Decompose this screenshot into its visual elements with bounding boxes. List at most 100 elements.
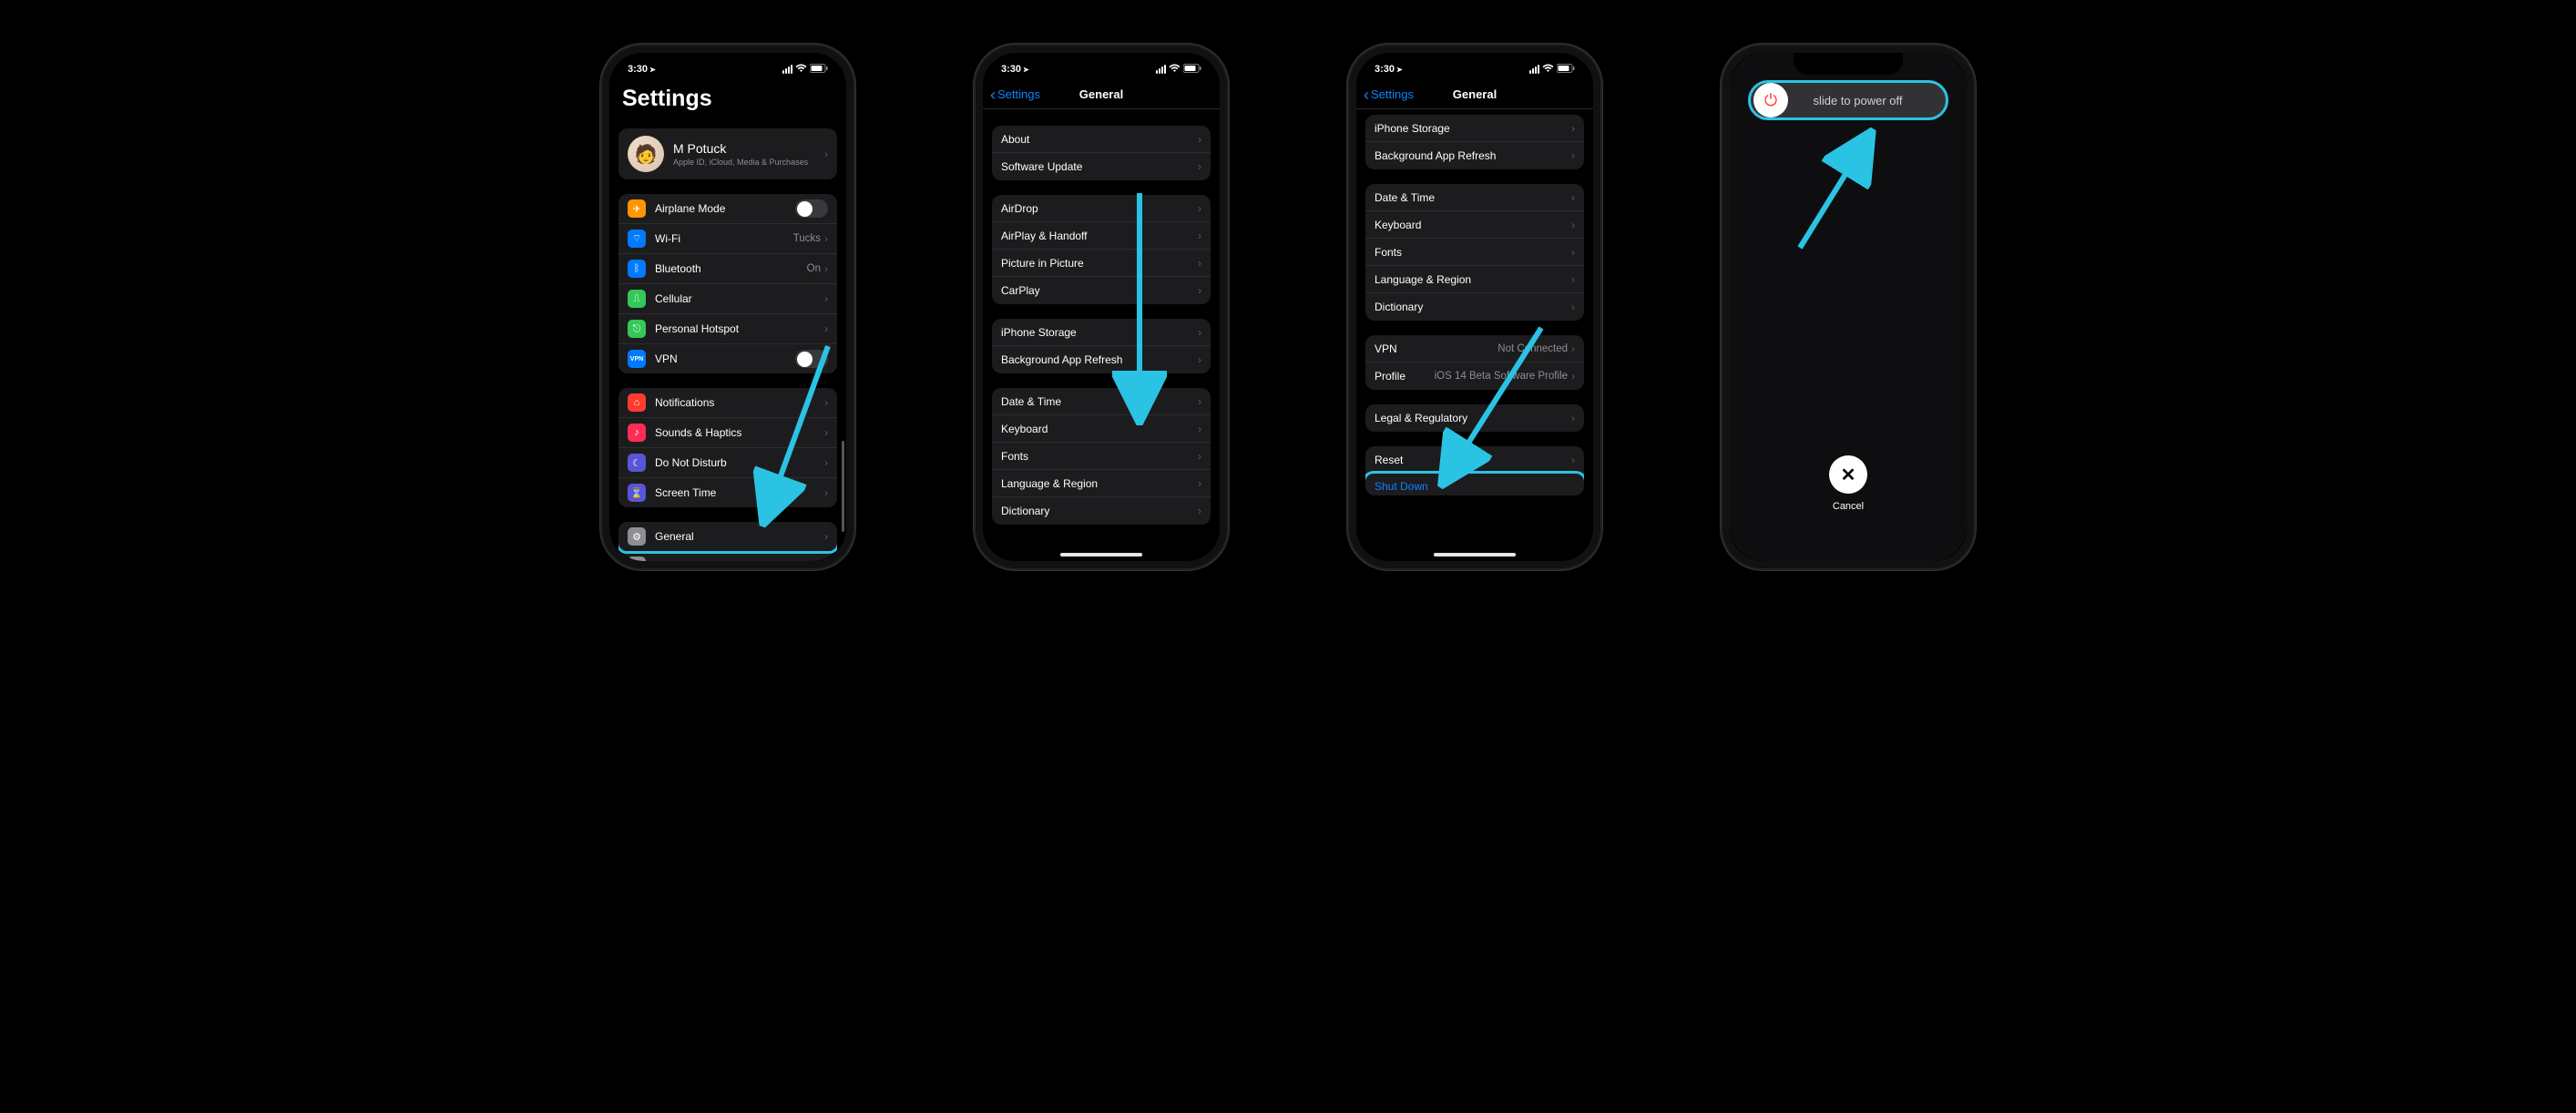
- cell-dictionary[interactable]: Dictionary›: [992, 497, 1211, 525]
- close-icon: ✕: [1841, 464, 1856, 486]
- cell-shut-down[interactable]: Shut Down: [1365, 471, 1584, 495]
- toggle-switch[interactable]: [795, 350, 828, 368]
- cell-do-not-disturb[interactable]: ☾Do Not Disturb›: [618, 448, 837, 478]
- cancel-button[interactable]: ✕ Cancel: [1829, 455, 1867, 512]
- airplane-icon: ✈: [628, 199, 646, 218]
- nav-title: General: [1079, 87, 1123, 101]
- cell-label: Date & Time: [1375, 191, 1571, 204]
- scroll-indicator: [842, 441, 844, 532]
- wifi-icon: [795, 64, 807, 76]
- cell-date-time[interactable]: Date & Time›: [1365, 184, 1584, 211]
- cell-fonts[interactable]: Fonts›: [992, 443, 1211, 470]
- cell-value: Not Connected: [1498, 343, 1568, 354]
- cell-label: iPhone Storage: [1375, 122, 1571, 135]
- chevron-right-icon: ›: [824, 322, 828, 335]
- cell-sounds-&-haptics[interactable]: ♪Sounds & Haptics›: [618, 418, 837, 448]
- chevron-right-icon: ›: [1571, 454, 1575, 466]
- battery-icon: [810, 64, 828, 76]
- power-knob[interactable]: ⏻: [1753, 83, 1788, 117]
- cancel-circle[interactable]: ✕: [1829, 455, 1867, 494]
- cell-label: AirPlay & Handoff: [1001, 230, 1198, 242]
- cell-general[interactable]: ⚙General›: [618, 522, 837, 554]
- cell-airplane-mode[interactable]: ✈ Airplane Mode: [618, 194, 837, 224]
- cell-airplay-handoff[interactable]: AirPlay & Handoff›: [992, 222, 1211, 250]
- cell-iphone-storage[interactable]: iPhone Storage›: [1365, 115, 1584, 142]
- phone-mockup-1: 3:30 ➤ Settings 🧑: [600, 44, 855, 570]
- cell-label: VPN: [1375, 342, 1498, 355]
- cell-personal-hotspot[interactable]: ⎋ Personal Hotspot›: [618, 314, 837, 344]
- cell-label: Profile: [1375, 370, 1435, 383]
- chevron-right-icon: ›: [1198, 505, 1201, 517]
- cell-picture-in-picture[interactable]: Picture in Picture›: [992, 250, 1211, 277]
- cell-background-app-refresh[interactable]: Background App Refresh›: [992, 346, 1211, 373]
- chevron-right-icon: ›: [1571, 301, 1575, 313]
- cell-about[interactable]: About›: [992, 126, 1211, 153]
- phone-mockup-2: 3:30 ➤ ‹ Settings General About›Software…: [974, 44, 1229, 570]
- cell-airdrop[interactable]: AirDrop›: [992, 195, 1211, 222]
- cell-notifications[interactable]: ⌂Notifications›: [618, 388, 837, 418]
- chevron-right-icon: ›: [1198, 326, 1201, 339]
- cell-date-time[interactable]: Date & Time›: [992, 388, 1211, 415]
- power-off-slider[interactable]: ⏻ slide to power off: [1748, 80, 1948, 120]
- cell-reset[interactable]: Reset›: [1365, 446, 1584, 474]
- hotspot-icon: ⎋: [628, 320, 646, 338]
- status-time: 3:30: [1375, 64, 1395, 75]
- cell-value: On: [807, 263, 821, 274]
- home-indicator[interactable]: [1434, 553, 1516, 556]
- cell-language-region[interactable]: Language & Region›: [992, 470, 1211, 497]
- cell-label: Picture in Picture: [1001, 257, 1198, 270]
- cell-control-center[interactable]: ≡Control Center›: [618, 551, 837, 561]
- cell-label: About: [1001, 133, 1198, 146]
- cell-label: Date & Time: [1001, 395, 1198, 408]
- phone-mockup-4: ⏻ slide to power off ✕ Cancel: [1721, 44, 1976, 570]
- cell-carplay[interactable]: CarPlay›: [992, 277, 1211, 304]
- cell-keyboard[interactable]: Keyboard›: [992, 415, 1211, 443]
- notch: [673, 53, 782, 75]
- cell-label: Dictionary: [1001, 505, 1198, 517]
- apple-id-cell[interactable]: 🧑 M Potuck Apple ID, iCloud, Media & Pur…: [618, 128, 837, 179]
- back-label: Settings: [997, 87, 1040, 101]
- back-button[interactable]: ‹ Settings: [1356, 87, 1414, 103]
- cell-bluetooth[interactable]: ᛒBluetoothOn›: [618, 254, 837, 284]
- cell-cellular[interactable]: ⎍Cellular›: [618, 284, 837, 314]
- cell-wi-fi[interactable]: ⌔Wi-FiTucks›: [618, 224, 837, 254]
- cell-software-update[interactable]: Software Update›: [992, 153, 1211, 180]
- sound-icon: ♪: [628, 424, 646, 442]
- power-icon: ⏻: [1764, 91, 1777, 110]
- back-button[interactable]: ‹ Settings: [983, 87, 1040, 103]
- cell-label: Language & Region: [1375, 273, 1571, 286]
- cell-background-app-refresh[interactable]: Background App Refresh›: [1365, 142, 1584, 169]
- cell-label: Personal Hotspot: [655, 322, 824, 335]
- cell-language-region[interactable]: Language & Region›: [1365, 266, 1584, 293]
- chevron-right-icon: ›: [1571, 370, 1575, 383]
- cell-label: Language & Region: [1001, 477, 1198, 490]
- cell-screen-time[interactable]: ⌛Screen Time›: [618, 478, 837, 507]
- battery-icon: [1183, 64, 1201, 76]
- chevron-right-icon: ›: [1571, 149, 1575, 162]
- chevron-right-icon: ›: [824, 530, 828, 543]
- cell-label: Dictionary: [1375, 301, 1571, 313]
- profile-subtitle: Apple ID, iCloud, Media & Purchases: [673, 158, 824, 167]
- chevron-left-icon: ‹: [990, 87, 996, 103]
- screen-power-off: ⏻ slide to power off ✕ Cancel: [1730, 53, 1967, 561]
- cell-label: Background App Refresh: [1001, 353, 1198, 366]
- chevron-right-icon: ›: [1571, 191, 1575, 204]
- toggle-switch[interactable]: [795, 199, 828, 218]
- home-indicator[interactable]: [1060, 553, 1142, 556]
- chevron-right-icon: ›: [1198, 477, 1201, 490]
- cell-vpn[interactable]: VPNNot Connected›: [1365, 335, 1584, 362]
- cell-label: Airplane Mode: [655, 202, 795, 215]
- signal-icon: [1529, 65, 1539, 74]
- cell-profile[interactable]: ProfileiOS 14 Beta Software Profile›: [1365, 362, 1584, 390]
- signal-icon: [1156, 65, 1166, 74]
- chevron-right-icon: ›: [1198, 423, 1201, 435]
- screen-general-bottom: 3:30 ➤ ‹ Settings General iPhone Storage…: [1356, 53, 1593, 561]
- cell-label: AirDrop: [1001, 202, 1198, 215]
- cell-iphone-storage[interactable]: iPhone Storage›: [992, 319, 1211, 346]
- cell-keyboard[interactable]: Keyboard›: [1365, 211, 1584, 239]
- screen-general-top: 3:30 ➤ ‹ Settings General About›Software…: [983, 53, 1220, 561]
- cell-legal-regulatory[interactable]: Legal & Regulatory›: [1365, 404, 1584, 432]
- cell-vpn[interactable]: VPNVPN: [618, 344, 837, 373]
- cell-dictionary[interactable]: Dictionary›: [1365, 293, 1584, 321]
- cell-fonts[interactable]: Fonts›: [1365, 239, 1584, 266]
